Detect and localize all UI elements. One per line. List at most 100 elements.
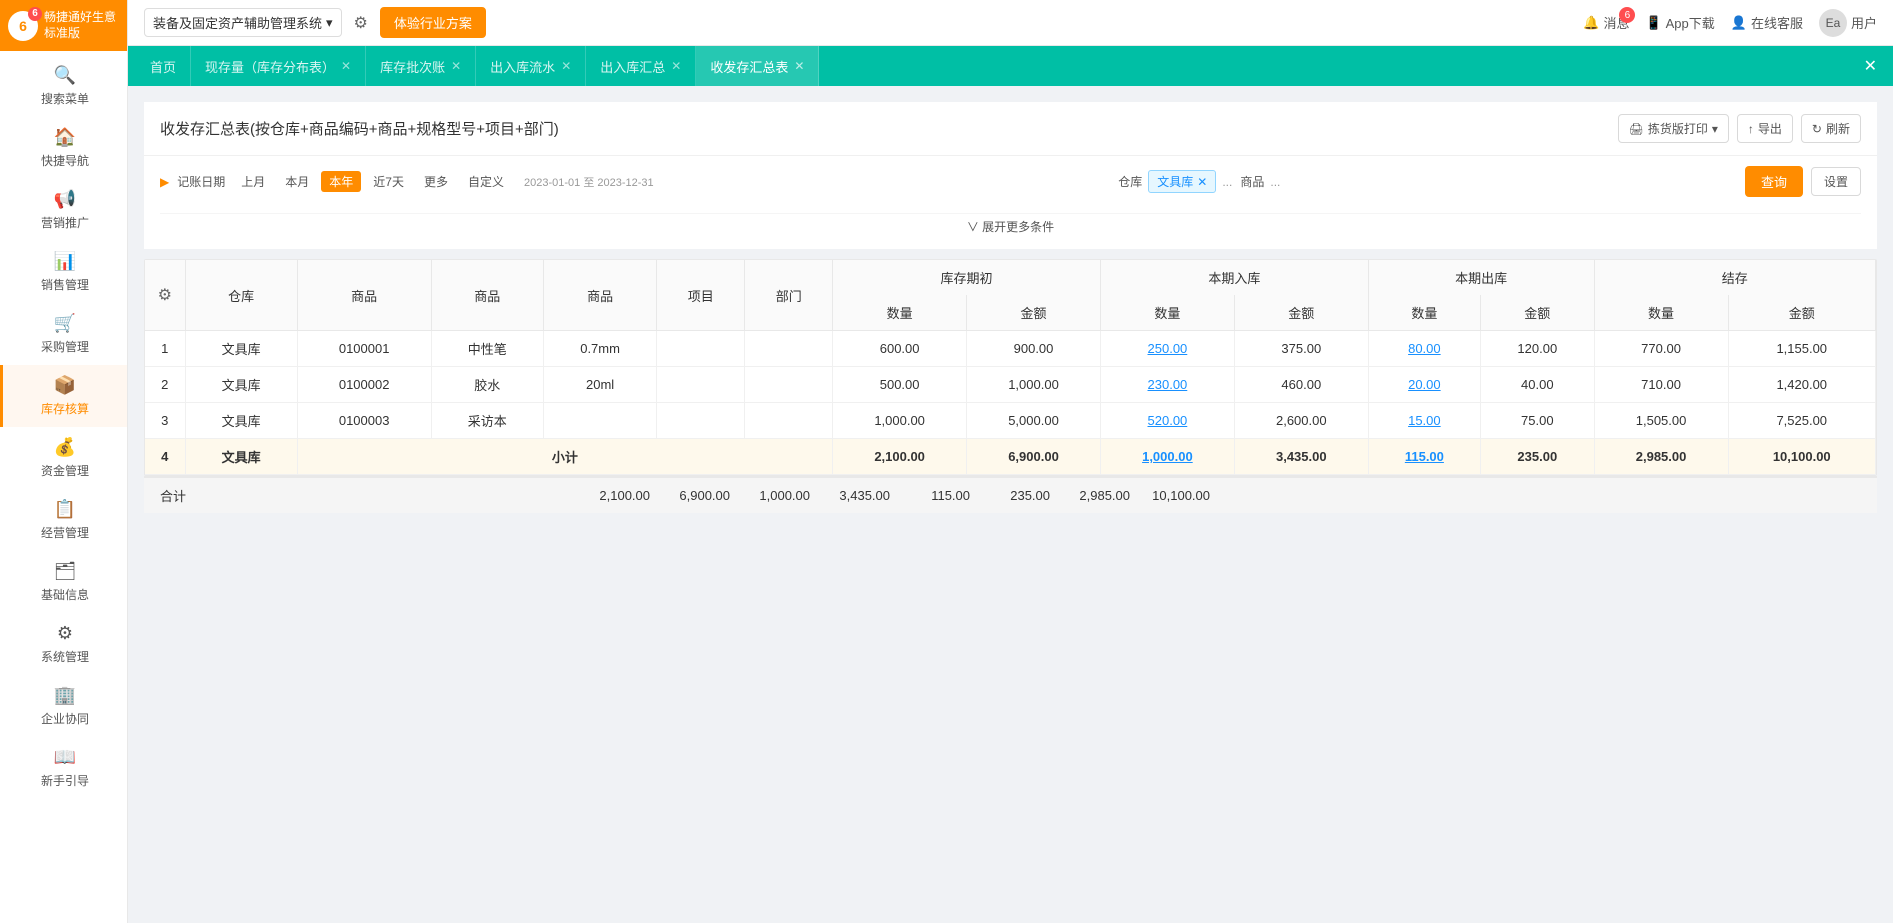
- sidebar-item-newbie[interactable]: 📖 新手引导: [0, 737, 127, 799]
- app-download-item[interactable]: 📱 App下载: [1645, 13, 1714, 32]
- sidebar-item-search[interactable]: 🔍 搜索菜单: [0, 55, 127, 117]
- row2-period-out-amount: 40.00: [1481, 367, 1595, 403]
- row2-period-out-qty[interactable]: 20.00: [1368, 367, 1480, 403]
- column-settings-icon[interactable]: ⚙: [158, 287, 172, 304]
- sidebar-item-finance[interactable]: 💰 资金管理: [0, 427, 127, 489]
- tab-in-out-summary[interactable]: 出入库汇总 ✕: [586, 46, 696, 86]
- sidebar-item-basic[interactable]: 🗂 基础信息: [0, 551, 127, 613]
- th-project: 项目: [657, 260, 745, 331]
- date-btn-last-month[interactable]: 上月: [233, 171, 273, 192]
- row2-opening-qty: 500.00: [833, 367, 967, 403]
- app-download-label: App下载: [1666, 13, 1715, 32]
- row3-period-out-amount: 75.00: [1481, 403, 1595, 439]
- setting-button[interactable]: 设置: [1811, 167, 1861, 196]
- sidebar-item-enterprise[interactable]: 🏢 企业协同: [0, 675, 127, 737]
- th-settings[interactable]: ⚙: [145, 260, 185, 331]
- warehouse-tag[interactable]: 文具库 ✕: [1148, 170, 1216, 193]
- row3-department: [745, 403, 833, 439]
- filter-expand-icon[interactable]: ▶: [160, 175, 169, 189]
- row2-department: [745, 367, 833, 403]
- th-opening-group: 库存期初: [833, 260, 1101, 295]
- online-service-item[interactable]: 👤 在线客服: [1731, 13, 1803, 32]
- date-btn-this-month[interactable]: 本月: [277, 171, 317, 192]
- row2-warehouse: 文具库: [185, 367, 297, 403]
- date-btn-more[interactable]: 更多: [416, 171, 456, 192]
- row1-closing-qty: 770.00: [1594, 331, 1728, 367]
- th-warehouse: 仓库: [185, 260, 297, 331]
- tag-close-icon[interactable]: ✕: [1197, 175, 1207, 189]
- query-button[interactable]: 查询: [1745, 166, 1803, 197]
- tab-close-icon[interactable]: ✕: [341, 59, 351, 73]
- tab-close-icon[interactable]: ✕: [671, 59, 681, 73]
- tab-in-out-summary-label: 出入库汇总: [600, 57, 665, 76]
- tab-home[interactable]: 首页: [136, 46, 191, 86]
- date-btn-last-7[interactable]: 近7天: [365, 171, 412, 192]
- sidebar-item-operation[interactable]: 📋 经营管理: [0, 489, 127, 551]
- sidebar-item-purchase[interactable]: 🛒 采购管理: [0, 303, 127, 365]
- sidebar: 6 6 畅捷通好生意 标准版 🔍 搜索菜单 🏠 快捷导航 📢 营销推广 📊 销售…: [0, 0, 128, 923]
- sidebar-item-inventory[interactable]: 📦 库存核算: [0, 365, 127, 427]
- refresh-button[interactable]: ↻ 刷新: [1801, 114, 1861, 143]
- sidebar-item-quick-nav[interactable]: 🏠 快捷导航: [0, 117, 127, 179]
- export-button[interactable]: ↑ 导出: [1737, 114, 1793, 143]
- trial-button[interactable]: 体验行业方案: [380, 7, 486, 38]
- sidebar-item-sales[interactable]: 📊 销售管理: [0, 241, 127, 303]
- chevron-down-icon: ▾: [1712, 122, 1718, 136]
- row3-period-out-qty[interactable]: 15.00: [1368, 403, 1480, 439]
- footer-period-out-qty: 115.00: [900, 488, 980, 503]
- row3-period-in-qty[interactable]: 520.00: [1100, 403, 1234, 439]
- user-item[interactable]: Ea 用户: [1819, 9, 1877, 37]
- warehouse-more-btn[interactable]: ...: [1222, 175, 1232, 189]
- filter-area: ▶ 记账日期 上月 本月 本年 近7天 更多 自定义 2023-01-01 至 …: [144, 155, 1877, 249]
- footer-closing-qty: 2,985.00: [1060, 488, 1140, 503]
- footer-period-in-amount: 3,435.00: [820, 488, 900, 503]
- row1-product-spec: 0.7mm: [543, 331, 657, 367]
- home-icon: 🏠: [54, 127, 76, 148]
- sidebar-nav: 🔍 搜索菜单 🏠 快捷导航 📢 营销推广 📊 销售管理 🛒 采购管理 📦 库存核…: [0, 51, 127, 923]
- tab-bar-close-icon[interactable]: ✕: [1856, 56, 1885, 76]
- filter-row: ▶ 记账日期 上月 本月 本年 近7天 更多 自定义 2023-01-01 至 …: [160, 166, 1861, 197]
- footer-opening-amount: 6,900.00: [660, 488, 740, 503]
- marketing-icon: 📢: [54, 189, 76, 210]
- date-btn-custom[interactable]: 自定义: [460, 171, 512, 192]
- subtotal-period-out-qty[interactable]: 115.00: [1368, 439, 1480, 475]
- chevron-down-icon: ▾: [326, 15, 333, 31]
- tab-close-icon[interactable]: ✕: [451, 59, 461, 73]
- subtotal-period-in-amount: 3,435.00: [1234, 439, 1368, 475]
- subtotal-period-in-qty[interactable]: 1,000.00: [1100, 439, 1234, 475]
- export-icon: ↑: [1748, 122, 1754, 136]
- sidebar-item-marketing[interactable]: 📢 营销推广: [0, 179, 127, 241]
- date-btn-this-year[interactable]: 本年: [321, 171, 361, 192]
- tab-batch-ledger[interactable]: 库存批次账 ✕: [366, 46, 476, 86]
- goods-more-btn[interactable]: ...: [1270, 175, 1280, 189]
- sidebar-item-system[interactable]: ⚙ 系统管理: [0, 613, 127, 675]
- notification-item[interactable]: 🔔 消息 6: [1583, 13, 1629, 32]
- row1-period-out-qty[interactable]: 80.00: [1368, 331, 1480, 367]
- phone-icon: 📱: [1645, 15, 1661, 31]
- row1-period-out-amount: 120.00: [1481, 331, 1595, 367]
- table-row: 1 文具库 0100001 中性笔 0.7mm 600.00 900.00 25…: [145, 331, 1876, 367]
- tab-recv-send-summary[interactable]: 收发存汇总表 ✕: [696, 46, 819, 86]
- tab-in-out-flow[interactable]: 出入库流水 ✕: [476, 46, 586, 86]
- table-row: 3 文具库 0100003 采访本 1,000.00 5,000.00 520.…: [145, 403, 1876, 439]
- header-right: 🔔 消息 6 📱 App下载 👤 在线客服 Ea 用户: [1583, 9, 1877, 37]
- th-opening-amount: 金额: [967, 295, 1101, 331]
- tab-close-icon[interactable]: ✕: [561, 59, 571, 73]
- subtotal-warehouse: 文具库: [185, 439, 297, 475]
- row1-period-in-qty[interactable]: 250.00: [1100, 331, 1234, 367]
- row3-product-spec: [543, 403, 657, 439]
- tab-close-icon[interactable]: ✕: [794, 59, 804, 73]
- row2-period-in-qty[interactable]: 230.00: [1100, 367, 1234, 403]
- row3-closing-amount: 7,525.00: [1728, 403, 1876, 439]
- tab-inventory-dist[interactable]: 现存量（库存分布表） ✕: [191, 46, 366, 86]
- print-button[interactable]: 🖨 拣货版打印 ▾: [1618, 114, 1729, 143]
- footer-label: 合计: [160, 486, 580, 505]
- th-period-in-qty: 数量: [1100, 295, 1234, 331]
- page-actions: 🖨 拣货版打印 ▾ ↑ 导出 ↻ 刷新: [1618, 114, 1861, 143]
- table-footer: 合计 2,100.00 6,900.00 1,000.00 3,435.00 1…: [144, 476, 1877, 513]
- settings-gear-icon[interactable]: ⚙: [354, 13, 368, 33]
- row1-product-name: 中性笔: [431, 331, 543, 367]
- expand-more-conditions-button[interactable]: ∨ 展开更多条件: [967, 218, 1054, 235]
- system-selector[interactable]: 装备及固定资产辅助管理系统 ▾: [144, 8, 342, 37]
- footer-period-in-qty: 1,000.00: [740, 488, 820, 503]
